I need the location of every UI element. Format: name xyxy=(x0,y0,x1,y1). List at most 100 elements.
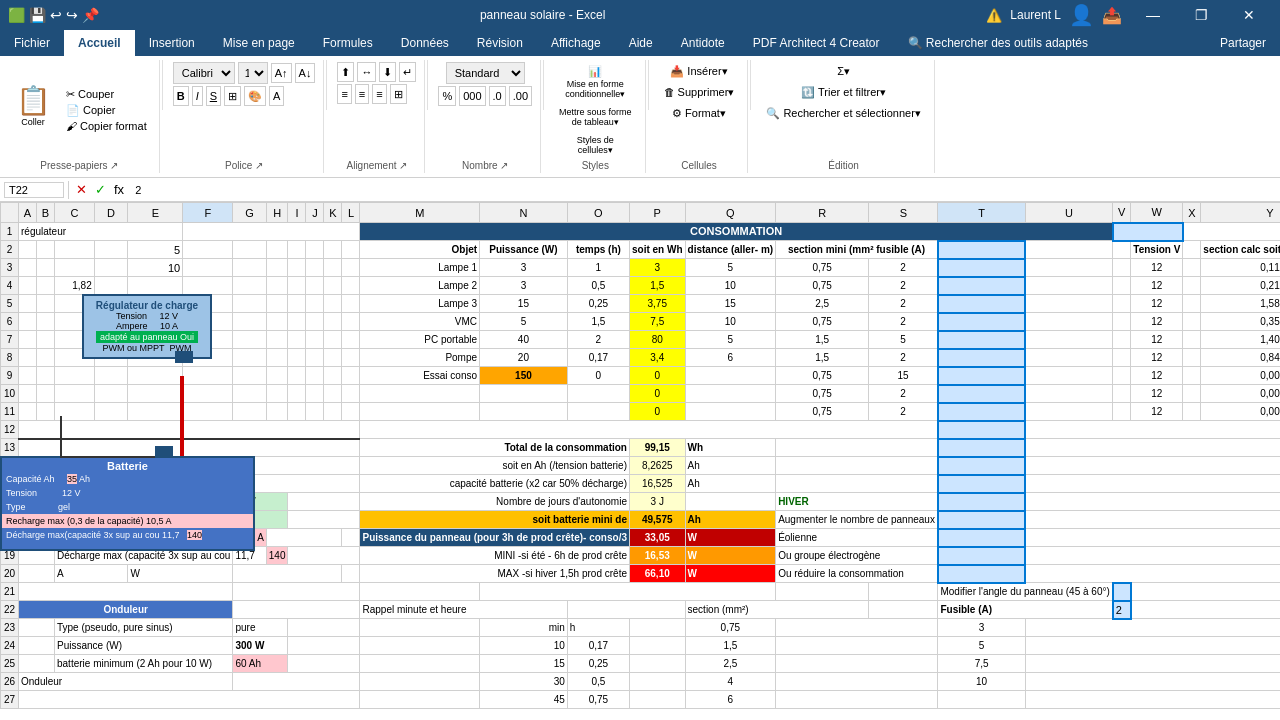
tab-search-tools[interactable]: 🔍 Rechercher des outils adaptés xyxy=(894,30,1102,56)
tab-formules[interactable]: Formules xyxy=(309,30,387,56)
undo-icon[interactable]: ↩ xyxy=(50,7,62,23)
insert-button[interactable]: 📥 Insérer▾ xyxy=(665,62,732,81)
font-size-select[interactable]: 11 xyxy=(238,62,268,84)
align-left-button[interactable]: ≡ xyxy=(337,84,351,104)
col-x[interactable]: X xyxy=(1183,203,1201,223)
tab-affichage[interactable]: Affichage xyxy=(537,30,615,56)
align-center-button[interactable]: ≡ xyxy=(355,84,369,104)
col-l[interactable]: L xyxy=(342,203,360,223)
table-row: 1 régulateur CONSOMMATION DONNÉES COMPLÉ… xyxy=(1,223,1281,241)
tab-partager[interactable]: Partager xyxy=(1206,30,1280,56)
redo-icon[interactable]: ↪ xyxy=(66,7,78,23)
conditional-format-button[interactable]: 📊 Mise en formeconditionnelle▾ xyxy=(560,62,630,102)
find-select-button[interactable]: 🔍 Rechercher et sélectionner▾ xyxy=(761,104,926,123)
align-right-button[interactable]: ≡ xyxy=(372,84,386,104)
decimal-inc-button[interactable]: .0 xyxy=(489,86,506,106)
col-s[interactable]: S xyxy=(869,203,938,223)
col-a[interactable]: A xyxy=(19,203,37,223)
cell-m1-consomm[interactable]: CONSOMMATION xyxy=(360,223,1113,241)
col-t[interactable]: T xyxy=(938,203,1025,223)
align-top-button[interactable]: ⬆ xyxy=(337,62,354,82)
border-button[interactable]: ⊞ xyxy=(224,86,241,106)
col-p[interactable]: P xyxy=(629,203,685,223)
table-row: 26 Onduleur 30 0,5 4 10 xyxy=(1,673,1281,691)
tab-mise-en-page[interactable]: Mise en page xyxy=(209,30,309,56)
restore-button[interactable]: ❐ xyxy=(1178,0,1224,30)
col-d[interactable]: D xyxy=(94,203,128,223)
align-bottom-button[interactable]: ⬇ xyxy=(379,62,396,82)
confirm-formula-icon[interactable]: ✓ xyxy=(92,181,109,198)
col-y[interactable]: Y xyxy=(1201,203,1280,223)
decimal-dec-button[interactable]: .00 xyxy=(509,86,532,106)
tab-accueil[interactable]: Accueil xyxy=(64,30,135,56)
tab-donnees[interactable]: Données xyxy=(387,30,463,56)
bold-button[interactable]: B xyxy=(173,86,189,106)
tab-pdf[interactable]: PDF Architect 4 Creator xyxy=(739,30,894,56)
col-w[interactable]: W xyxy=(1131,203,1183,223)
col-q[interactable]: Q xyxy=(685,203,776,223)
col-e[interactable]: E xyxy=(128,203,183,223)
col-i[interactable]: I xyxy=(288,203,306,223)
col-f[interactable]: F xyxy=(183,203,233,223)
sum-button[interactable]: Σ▾ xyxy=(832,62,855,81)
col-m[interactable]: M xyxy=(360,203,480,223)
tab-fichier[interactable]: Fichier xyxy=(0,30,64,56)
tab-insertion[interactable]: Insertion xyxy=(135,30,209,56)
formula-input[interactable] xyxy=(131,183,1276,197)
percent-button[interactable]: % xyxy=(438,86,456,106)
avatar-icon: 👤 xyxy=(1069,3,1094,27)
copy-button[interactable]: 📄 Copier xyxy=(62,103,151,118)
close-button[interactable]: ✕ xyxy=(1226,0,1272,30)
cell-v1[interactable] xyxy=(1183,223,1280,241)
insert-function-icon[interactable]: fx xyxy=(111,181,127,198)
cell-styles-button[interactable]: Styles decellules▾ xyxy=(572,132,619,158)
col-v[interactable]: V xyxy=(1113,203,1131,223)
col-j[interactable]: J xyxy=(306,203,324,223)
col-h[interactable]: H xyxy=(266,203,288,223)
font-size-up[interactable]: A↑ xyxy=(271,63,292,83)
italic-button[interactable]: I xyxy=(192,86,203,106)
format-copy-button[interactable]: 🖌 Copier format xyxy=(62,119,151,133)
align-middle-button[interactable]: ↔ xyxy=(357,62,376,82)
fill-color-button[interactable]: 🎨 xyxy=(244,86,266,106)
tab-aide[interactable]: Aide xyxy=(615,30,667,56)
group-styles: 📊 Mise en formeconditionnelle▾ Mettre so… xyxy=(546,60,646,173)
col-u[interactable]: U xyxy=(1025,203,1112,223)
table-row: 12 xyxy=(1,421,1281,439)
table-row: 23 Type (pseudo, pure sinus) pure min h … xyxy=(1,619,1281,637)
cell-reference-input[interactable] xyxy=(4,182,64,198)
table-format-button[interactable]: Mettre sous formede tableau▾ xyxy=(554,104,637,130)
number-format-select[interactable]: Standard Nombre Monétaire xyxy=(446,62,525,84)
save-icon[interactable]: 💾 xyxy=(29,7,46,23)
merge-button[interactable]: ⊞ xyxy=(390,84,407,104)
cell-a1[interactable]: régulateur xyxy=(19,223,183,241)
col-r[interactable]: R xyxy=(776,203,869,223)
cell-f1[interactable] xyxy=(183,223,360,241)
col-o[interactable]: O xyxy=(567,203,629,223)
tab-antidote[interactable]: Antidote xyxy=(667,30,739,56)
col-k[interactable]: K xyxy=(324,203,342,223)
formula-bar: ✕ ✓ fx xyxy=(0,178,1280,202)
wrap-text-button[interactable]: ↵ xyxy=(399,62,416,82)
cancel-formula-icon[interactable]: ✕ xyxy=(73,181,90,198)
table-row: 21 Modifier l'angle du panneau (45 à 60°… xyxy=(1,583,1281,601)
tab-revision[interactable]: Révision xyxy=(463,30,537,56)
delete-button[interactable]: 🗑 Supprimer▾ xyxy=(659,83,740,102)
paste-button[interactable]: 📋 Coller xyxy=(8,84,58,136)
col-c[interactable]: C xyxy=(55,203,95,223)
font-color-button[interactable]: A xyxy=(269,86,284,106)
thousands-button[interactable]: 000 xyxy=(459,86,485,106)
underline-button[interactable]: S xyxy=(206,86,221,106)
table-row: 5 2,5 Lampe 3 15 0,25 3,75 15 2,5 2 12 xyxy=(1,295,1281,313)
cut-button[interactable]: ✂ Couper xyxy=(62,87,151,102)
format-button[interactable]: ⚙ Format▾ xyxy=(667,104,731,123)
col-n[interactable]: N xyxy=(480,203,568,223)
font-family-select[interactable]: Calibri xyxy=(173,62,235,84)
minimize-button[interactable]: — xyxy=(1130,0,1176,30)
group-presse-papiers: 📋 Coller ✂ Couper 📄 Copier 🖌 Copier form… xyxy=(0,60,160,173)
cell-t1-selected[interactable] xyxy=(1113,223,1183,241)
font-size-down[interactable]: A↓ xyxy=(295,63,316,83)
sort-filter-button[interactable]: 🔃 Trier et filtrer▾ xyxy=(796,83,891,102)
col-b[interactable]: B xyxy=(37,203,55,223)
col-g[interactable]: G xyxy=(233,203,266,223)
